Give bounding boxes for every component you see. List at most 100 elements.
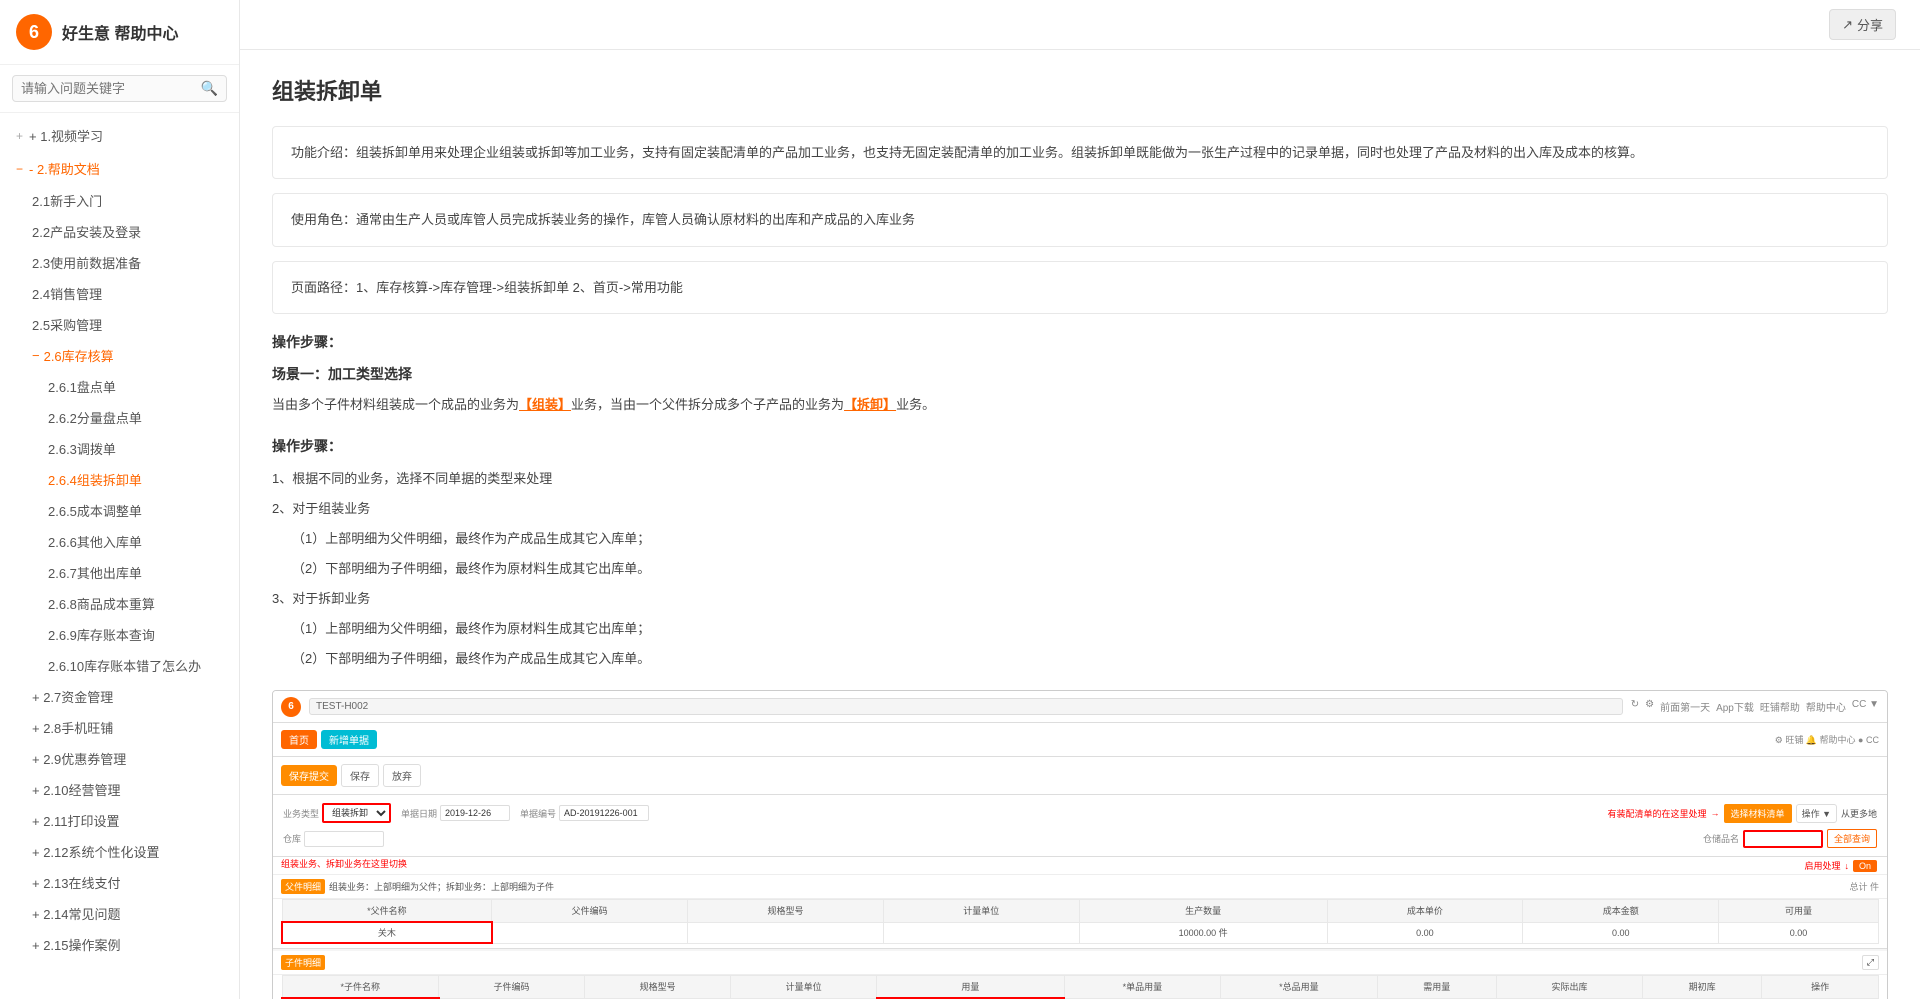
date-input[interactable] — [440, 805, 510, 821]
quick-search-btn[interactable]: 全部查询 — [1827, 829, 1877, 848]
intro-block: 功能介绍：组装拆卸单用来处理企业组装或拆卸等加工业务，支持有固定装配清单的产品加… — [272, 126, 1888, 179]
save-btn[interactable]: 保存 — [341, 764, 379, 787]
lower-col-total-usage: *总品用量 — [1221, 976, 1378, 999]
brand-name: 好生意 帮助中心 — [62, 20, 178, 44]
sidebar-item-faq[interactable]: + 2.14常见问题 — [0, 898, 239, 929]
upper-cell-cost-amount: 0.00 — [1523, 922, 1719, 943]
upper-cell-qty[interactable]: 10000.00 件 — [1079, 922, 1327, 943]
share-button[interactable]: ↗ 分享 — [1829, 9, 1896, 40]
arrow-bom: → — [1711, 808, 1720, 818]
browser-logo: 6 — [281, 697, 301, 717]
search-input[interactable] — [21, 81, 201, 96]
download-icon: App下载 — [1716, 699, 1754, 714]
upper-table-header: 父件明细 组装业务：上部明细为父件；拆卸业务：上部明细为子件 总计 件 — [273, 875, 1887, 899]
business-type-select[interactable]: 组装拆卸 — [322, 803, 391, 823]
upper-cell-code — [492, 922, 688, 943]
sidebar-item-stocktake[interactable]: 2.6.1盘点单 — [0, 371, 239, 402]
warehouse-input[interactable] — [304, 831, 384, 847]
more-actions-btn[interactable]: 操作 ▼ — [1796, 804, 1837, 823]
sidebar-item-purchase[interactable]: 2.5采购管理 — [0, 309, 239, 340]
wangpu-icon: 旺铺帮助 — [1760, 699, 1800, 714]
lower-table-wrap: 无固定清单可以组件在这里录入 *子件名称 子件编码 规格型号 计量单位 用量 *… — [273, 975, 1887, 999]
lower-col-usage: 用量 — [877, 976, 1065, 999]
sidebar: 6 好生意 帮助中心 🔍 + + 1.视频学习 − - 2.帮助文档 2.1新手… — [0, 0, 240, 999]
sidebar-item-inventory[interactable]: − 2.6库存核算 — [0, 340, 239, 371]
storage-name-input[interactable] — [1743, 830, 1823, 848]
enable-btn[interactable]: On — [1853, 860, 1877, 872]
nav-new-btn[interactable]: 新增单据 — [321, 730, 377, 749]
sidebar-item-data-prep[interactable]: 2.3使用前数据准备 — [0, 247, 239, 278]
screenshot-container: 6 TEST-H002 ↻ ⚙ 前面第一天 App下载 旺铺帮助 帮助中心 CC… — [272, 690, 1888, 999]
upper-col-name: *父件名称 — [282, 900, 492, 923]
abandon-btn[interactable]: 放弃 — [383, 764, 421, 787]
role-block: 使用角色：通常由生产人员或库管人员完成拆装业务的操作，库管人员确认原材料的出库和… — [272, 193, 1888, 246]
lower-table: *子件名称 子件编码 规格型号 计量单位 用量 *单品用量 *总品用量 需用量 … — [281, 975, 1879, 999]
sim-toolbar: 保存提交 保存 放弃 — [273, 757, 1887, 795]
save-submit-btn[interactable]: 保存提交 — [281, 765, 337, 786]
upper-col-unit: 计量单位 — [883, 900, 1079, 923]
app-navbar: 首页 新增单据 ⚙ 旺铺 🔔 帮助中心 ● CC — [273, 723, 1887, 757]
lower-col-spec: 规格型号 — [585, 976, 731, 999]
minus-icon: − — [16, 162, 23, 176]
sidebar-item-cases[interactable]: + 2.15操作案例 — [0, 929, 239, 960]
lower-col-actual-out: 实际出库 — [1496, 976, 1642, 999]
sidebar-item-docs[interactable]: − - 2.帮助文档 — [0, 152, 239, 185]
sidebar-item-mobile[interactable]: + 2.8手机旺铺 — [0, 712, 239, 743]
upper-cell-spec — [688, 922, 884, 943]
sidebar-item-online-pay[interactable]: + 2.13在线支付 — [0, 867, 239, 898]
sidebar-item-assembly[interactable]: 2.6.4组装拆卸单 — [0, 464, 239, 495]
nav-section: + + 1.视频学习 − - 2.帮助文档 2.1新手入门 2.2产品安装及登录… — [0, 113, 239, 966]
refresh-icon: ↻ — [1631, 699, 1639, 714]
expand-btn[interactable]: ⤢ — [1862, 955, 1879, 970]
sidebar-item-sales[interactable]: 2.4销售管理 — [0, 278, 239, 309]
main-area: ↗ 分享 组装拆卸单 功能介绍：组装拆卸单用来处理企业组装或拆卸等加工业务，支持… — [240, 0, 1920, 999]
field-date: 单据日期 — [401, 805, 510, 821]
minus-icon-inventory: − — [32, 348, 40, 363]
sidebar-item-other-in[interactable]: 2.6.6其他入库单 — [0, 526, 239, 557]
sidebar-item-install[interactable]: 2.2产品安装及登录 — [0, 216, 239, 247]
search-icon[interactable]: 🔍 — [201, 80, 218, 97]
upper-cell-unit — [883, 922, 1079, 943]
sidebar-header: 6 好生意 帮助中心 — [0, 0, 239, 65]
upper-col-spec: 规格型号 — [688, 900, 884, 923]
settings-icon: ⚙ — [1645, 699, 1654, 714]
field-business-type: 业务类型 组装拆卸 — [283, 803, 391, 823]
number-input[interactable] — [559, 805, 649, 821]
ops-heading: 操作步骤： — [272, 332, 1888, 352]
sidebar-item-cost-adjust[interactable]: 2.6.5成本调整单 — [0, 495, 239, 526]
ops-steps-heading: 操作步骤： — [272, 436, 1888, 456]
sidebar-item-capital[interactable]: + 2.7资金管理 — [0, 681, 239, 712]
sidebar-item-print[interactable]: + 2.11打印设置 — [0, 805, 239, 836]
field-number: 单据编号 — [520, 805, 649, 821]
steps-content: 1、根据不同的业务，选择不同单据的类型来处理 2、对于组装业务 （1）上部明细为… — [272, 466, 1888, 672]
upper-col-qty: 生产数量 — [1079, 900, 1327, 923]
annotation-enable-text: 启用处理 — [1804, 859, 1840, 872]
lower-section-label: 子件明细 — [281, 955, 325, 970]
sidebar-item-system[interactable]: + 2.12系统个性化设置 — [0, 836, 239, 867]
share-icon: ↗ — [1842, 17, 1853, 33]
annotation-type-switch: 组装业务、拆卸业务在这里切换 — [281, 857, 407, 870]
sidebar-item-new-user[interactable]: 2.1新手入门 — [0, 185, 239, 216]
page-title: 组装拆卸单 — [272, 74, 1888, 106]
lower-col-name: *子件名称 — [282, 976, 439, 999]
upper-col-code: 父件编码 — [492, 900, 688, 923]
nav-home-btn[interactable]: 首页 — [281, 730, 317, 749]
select-bom-btn[interactable]: 选择材料清单 — [1724, 804, 1792, 823]
sidebar-item-coupon[interactable]: + 2.9优惠券管理 — [0, 743, 239, 774]
sidebar-item-other-out[interactable]: 2.6.7其他出库单 — [0, 557, 239, 588]
sidebar-item-stock-error[interactable]: 2.6.10库存账本错了怎么办 — [0, 650, 239, 681]
lower-col-unit-usage: *单品用量 — [1064, 976, 1221, 999]
sim-form-section: 业务类型 组装拆卸 单据日期 单据编号 — [273, 795, 1887, 857]
sidebar-item-operation[interactable]: + 2.10经营管理 — [0, 774, 239, 805]
sidebar-item-split-stock[interactable]: 2.6.2分量盘点单 — [0, 402, 239, 433]
lower-col-needed: 需用量 — [1377, 976, 1496, 999]
plus-icon: + — [16, 129, 23, 143]
user-icon: CC ▼ — [1852, 699, 1879, 714]
upper-table: *父件名称 父件编码 规格型号 计量单位 生产数量 成本单价 成本金额 可用量 — [281, 899, 1879, 944]
sidebar-item-video[interactable]: + + 1.视频学习 — [0, 119, 239, 152]
sidebar-item-goods-cost[interactable]: 2.6.8商品成本重算 — [0, 588, 239, 619]
sidebar-item-adjust[interactable]: 2.6.3调拨单 — [0, 433, 239, 464]
content-area: 组装拆卸单 功能介绍：组装拆卸单用来处理企业组装或拆卸等加工业务，支持有固定装配… — [240, 50, 1920, 999]
upper-cell-name[interactable]: 关木 — [282, 922, 492, 943]
sidebar-item-stock-check[interactable]: 2.6.9库存账本查询 — [0, 619, 239, 650]
